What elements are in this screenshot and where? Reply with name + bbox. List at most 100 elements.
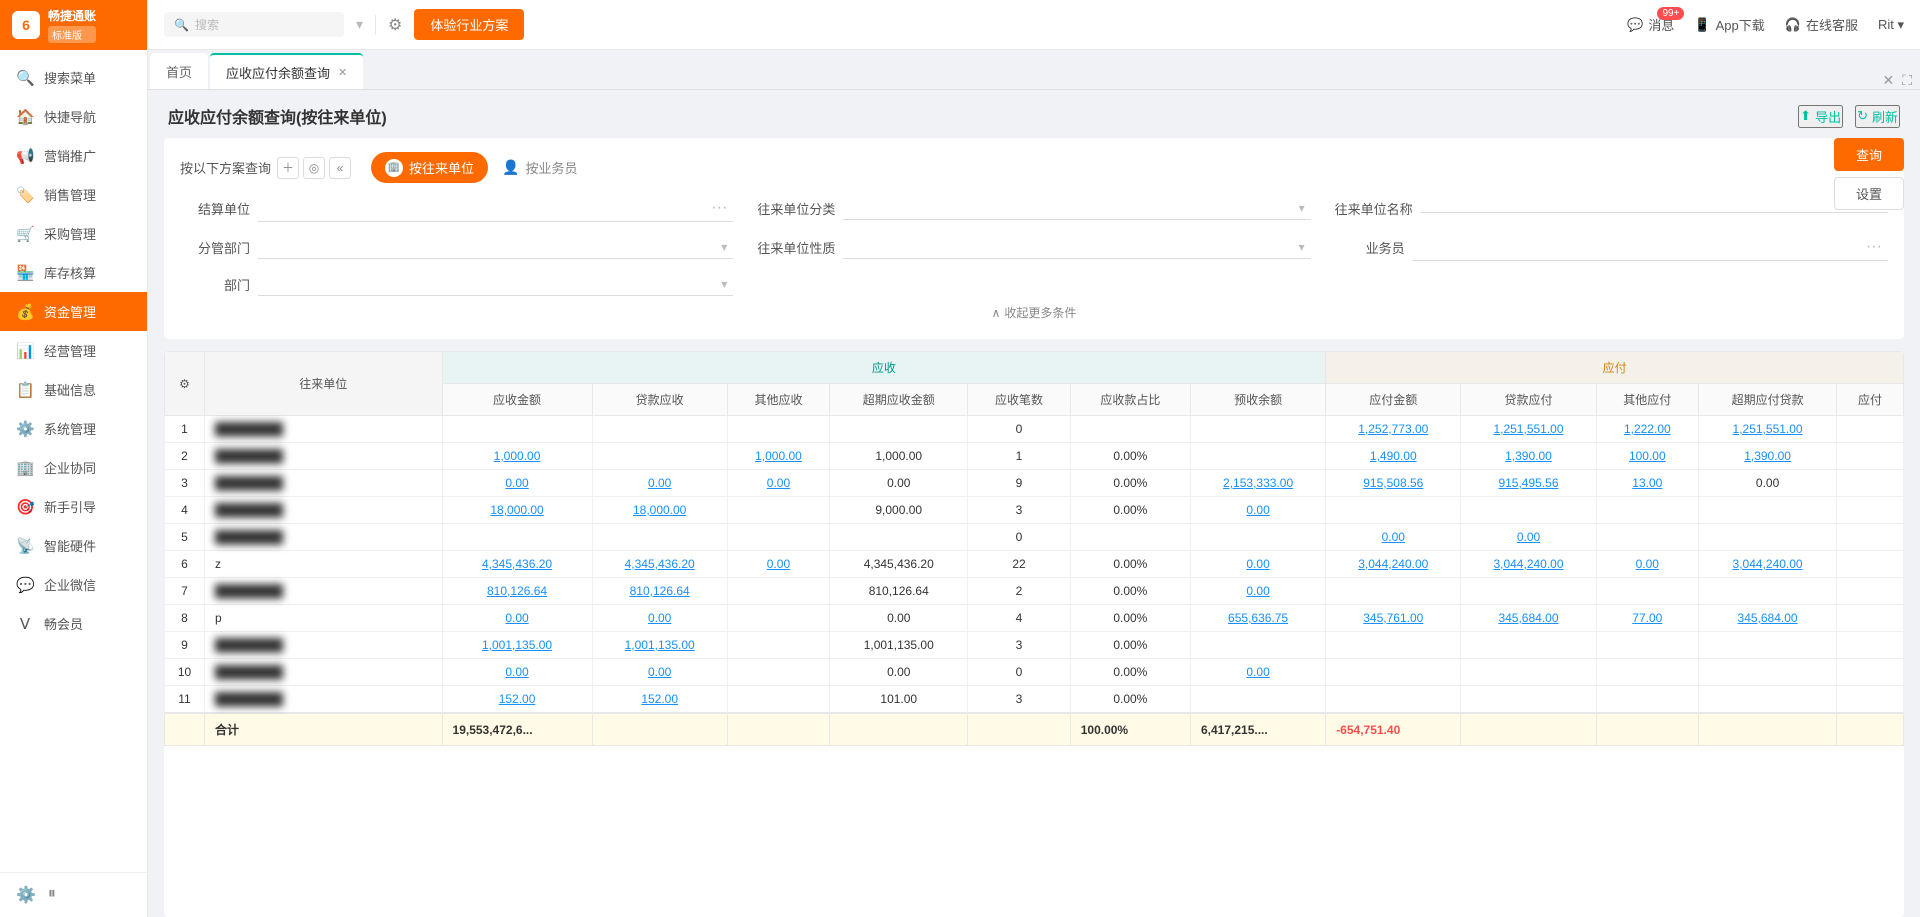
row-ap-amount[interactable]: 915,508.56 xyxy=(1326,470,1461,497)
footer-ar-total[interactable]: 19,553,472,6... xyxy=(442,713,592,746)
row-ap-amount[interactable]: 1,490.00 xyxy=(1326,443,1461,470)
row-ar-loan[interactable]: 18,000.00 xyxy=(592,497,727,524)
add-scheme-icon[interactable]: ＋ xyxy=(277,157,299,179)
row-ap-loan[interactable]: 3,044,240.00 xyxy=(1461,551,1596,578)
collapse-sidebar-icon[interactable]: ⏸ xyxy=(48,885,56,905)
refresh-button[interactable]: ↻ 刷新 xyxy=(1855,105,1900,128)
row-ar-loan[interactable]: 0.00 xyxy=(592,659,727,686)
promo-button[interactable]: 体验行业方案 xyxy=(414,9,524,40)
row-ar-prepaid[interactable]: 0.00 xyxy=(1190,578,1325,605)
query-button[interactable]: 查询 xyxy=(1834,138,1904,171)
row-ar-loan[interactable]: 0.00 xyxy=(592,605,727,632)
row-ar-other[interactable]: 0.00 xyxy=(727,551,829,578)
partner-name-input[interactable] xyxy=(1421,204,1888,213)
message-btn[interactable]: 💬 消息 99+ xyxy=(1627,15,1674,34)
sidebar-item-sales[interactable]: 🏷️ 销售管理 xyxy=(0,175,147,214)
row-ar-amount[interactable]: 18,000.00 xyxy=(442,497,592,524)
row-ar-amount[interactable]: 0.00 xyxy=(442,605,592,632)
row-ap-amount[interactable]: 3,044,240.00 xyxy=(1326,551,1461,578)
sidebar-item-basic-info[interactable]: 📋 基础信息 xyxy=(0,370,147,409)
row-ar-amount[interactable]: 1,001,135.00 xyxy=(442,632,592,659)
row-ar-prepaid[interactable]: 2,153,333.00 xyxy=(1190,470,1325,497)
sidebar-item-finance[interactable]: 💰 资金管理 xyxy=(0,292,147,331)
row-ar-prepaid[interactable]: 0.00 xyxy=(1190,659,1325,686)
row-ap-other[interactable]: 100.00 xyxy=(1596,443,1698,470)
prev-scheme-icon[interactable]: « xyxy=(329,157,351,179)
row-ar-amount[interactable]: 810,126.64 xyxy=(442,578,592,605)
tab-close-all-icon[interactable]: ✕ xyxy=(1882,72,1894,89)
row-ap-other[interactable]: 0.00 xyxy=(1596,551,1698,578)
sidebar-item-operation[interactable]: 📊 经营管理 xyxy=(0,331,147,370)
table-scroll[interactable]: ⚙ 往来单位 应收 应付 应收金额 贷款应收 其他应收 超期应收金额 应收笔数 xyxy=(164,351,1904,917)
row-ar-other[interactable]: 0.00 xyxy=(727,470,829,497)
settlement-unit-input[interactable]: ··· xyxy=(258,195,733,222)
sidebar-item-search-menu[interactable]: 🔍 搜索菜单 xyxy=(0,58,147,97)
row-ap-loan[interactable]: 915,495.56 xyxy=(1461,470,1596,497)
sidebar-item-guide[interactable]: 🎯 新手引导 xyxy=(0,487,147,526)
sidebar-item-marketing[interactable]: 📢 营销推广 xyxy=(0,136,147,175)
row-ap-loan[interactable]: 1,390.00 xyxy=(1461,443,1596,470)
sidebar-item-enterprise[interactable]: 🏢 企业协同 xyxy=(0,448,147,487)
dept-input[interactable]: ▾ xyxy=(258,273,733,296)
tab-home[interactable]: 首页 xyxy=(150,53,208,89)
export-button[interactable]: ⬆ 导出 xyxy=(1798,105,1843,128)
tab-close-icon[interactable]: ✕ xyxy=(338,66,347,79)
row-ap-overdue[interactable]: 3,044,240.00 xyxy=(1699,551,1837,578)
salesperson-dots[interactable]: ··· xyxy=(1866,238,1882,256)
row-ap-loan[interactable]: 345,684.00 xyxy=(1461,605,1596,632)
row-ap-loan[interactable]: 1,251,551.00 xyxy=(1461,416,1596,443)
row-ar-amount[interactable]: 152.00 xyxy=(442,686,592,714)
row-ar-other[interactable]: 1,000.00 xyxy=(727,443,829,470)
filter-nav-by-staff[interactable]: 👤 按业务员 xyxy=(488,152,591,183)
settings-icon[interactable]: ⚙ xyxy=(388,15,402,35)
row-ar-loan[interactable]: 0.00 xyxy=(592,470,727,497)
col-settings-header[interactable]: ⚙ xyxy=(165,352,205,416)
settings-bottom-icon[interactable]: ⚙️ xyxy=(16,885,36,905)
edit-scheme-icon[interactable]: ◎ xyxy=(303,157,325,179)
row-ap-overdue[interactable]: 345,684.00 xyxy=(1699,605,1837,632)
row-ap-amount[interactable]: 1,252,773.00 xyxy=(1326,416,1461,443)
dept-manage-input[interactable]: ▾ xyxy=(258,236,733,259)
row-ap-amount[interactable]: 0.00 xyxy=(1326,524,1461,551)
row-ar-loan[interactable]: 810,126.64 xyxy=(592,578,727,605)
row-ap-overdue[interactable]: 1,390.00 xyxy=(1699,443,1837,470)
row-ar-prepaid[interactable]: 0.00 xyxy=(1190,551,1325,578)
row-ar-loan[interactable]: 152.00 xyxy=(592,686,727,714)
partner-nature-input[interactable]: ▾ xyxy=(843,236,1310,259)
top-search[interactable]: 🔍 搜索 xyxy=(164,12,344,37)
tab-expand-icon[interactable]: ⛶ xyxy=(1902,72,1912,89)
settings-button[interactable]: 设置 xyxy=(1834,177,1904,210)
collapse-btn[interactable]: ∧ 收起更多条件 xyxy=(992,304,1077,321)
app-download-btn[interactable]: 📱 App下载 xyxy=(1694,15,1764,34)
sidebar-item-hardware[interactable]: 📡 智能硬件 xyxy=(0,526,147,565)
partner-nature-arrow[interactable]: ▾ xyxy=(1299,240,1305,254)
row-ap-other[interactable]: 77.00 xyxy=(1596,605,1698,632)
row-ap-other[interactable]: 1,222.00 xyxy=(1596,416,1698,443)
online-service-btn[interactable]: 🎧 在线客服 xyxy=(1785,15,1858,34)
row-ap-loan[interactable]: 0.00 xyxy=(1461,524,1596,551)
salesperson-input[interactable]: ··· xyxy=(1413,234,1888,261)
sidebar-item-wechat[interactable]: 💬 企业微信 xyxy=(0,565,147,604)
user-menu[interactable]: Rit ▾ xyxy=(1878,17,1904,33)
tab-ar-ap[interactable]: 应收应付余额查询 ✕ xyxy=(210,53,363,89)
row-ar-loan[interactable]: 4,345,436.20 xyxy=(592,551,727,578)
row-ar-amount[interactable]: 0.00 xyxy=(442,659,592,686)
search-dropdown-icon[interactable]: ▾ xyxy=(356,16,363,33)
sidebar-item-system[interactable]: ⚙️ 系统管理 xyxy=(0,409,147,448)
sidebar-item-inventory[interactable]: 🏪 库存核算 xyxy=(0,253,147,292)
partner-category-arrow[interactable]: ▾ xyxy=(1299,201,1305,215)
row-ar-amount[interactable]: 0.00 xyxy=(442,470,592,497)
row-ap-other[interactable]: 13.00 xyxy=(1596,470,1698,497)
sidebar-item-quick-nav[interactable]: 🏠 快捷导航 xyxy=(0,97,147,136)
row-ap-amount[interactable]: 345,761.00 xyxy=(1326,605,1461,632)
dept-arrow[interactable]: ▾ xyxy=(721,277,727,291)
sidebar-item-purchase[interactable]: 🛒 采购管理 xyxy=(0,214,147,253)
row-ar-amount[interactable]: 1,000.00 xyxy=(442,443,592,470)
row-ar-prepaid[interactable]: 655,636.75 xyxy=(1190,605,1325,632)
partner-category-input[interactable]: ▾ xyxy=(843,197,1310,220)
row-ar-loan[interactable]: 1,001,135.00 xyxy=(592,632,727,659)
dept-manage-arrow[interactable]: ▾ xyxy=(721,240,727,254)
row-ap-overdue[interactable]: 1,251,551.00 xyxy=(1699,416,1837,443)
row-ar-amount[interactable]: 4,345,436.20 xyxy=(442,551,592,578)
settlement-unit-dots[interactable]: ··· xyxy=(711,199,727,217)
